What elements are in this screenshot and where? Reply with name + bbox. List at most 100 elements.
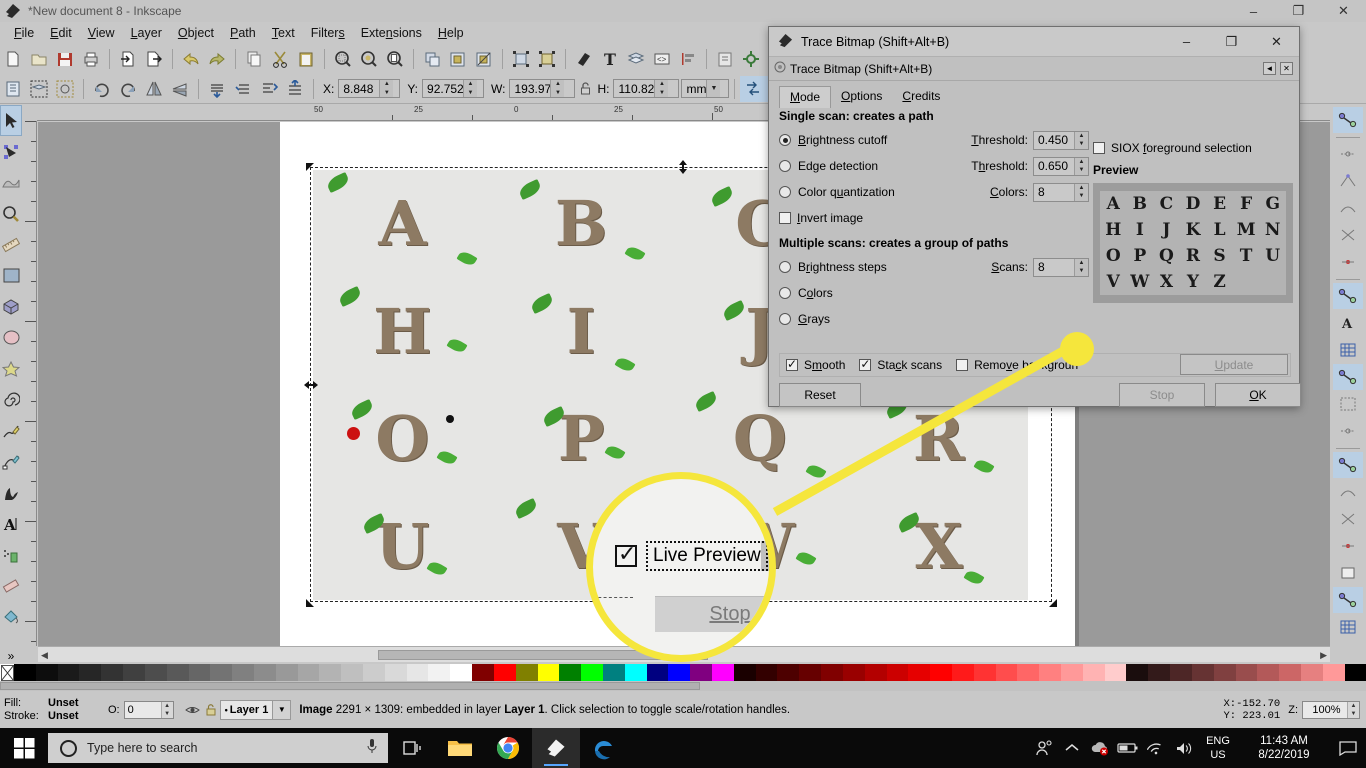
snap-bbox-edge-midpoints[interactable]: [1333, 222, 1363, 248]
raise-icon[interactable]: [256, 76, 282, 102]
opacity-input[interactable]: [124, 701, 161, 718]
palette-swatch[interactable]: [428, 664, 451, 681]
rotate-ccw-icon[interactable]: [89, 76, 115, 102]
checkbox-invert-image[interactable]: [779, 212, 791, 224]
zoom-input[interactable]: [1303, 701, 1347, 718]
edge-threshold-field[interactable]: Threshold: ▲▼: [971, 156, 1089, 176]
tab-mode[interactable]: Mode: [779, 86, 832, 108]
palette-swatch[interactable]: [1257, 664, 1280, 681]
file-explorer-icon[interactable]: [436, 728, 484, 768]
w-field[interactable]: ▲▼: [509, 79, 576, 98]
clone-icon[interactable]: [445, 46, 471, 72]
vertical-ruler[interactable]: [22, 121, 37, 646]
palette-swatch[interactable]: [1279, 664, 1301, 681]
deselect-icon[interactable]: [52, 76, 78, 102]
pencil-tool[interactable]: [0, 415, 22, 446]
menu-help[interactable]: Help: [430, 24, 472, 42]
opacity-field[interactable]: O: ▲▼: [108, 700, 174, 719]
radio-color-quantization[interactable]: [779, 186, 791, 198]
ungroup-icon[interactable]: [534, 46, 560, 72]
layers-icon[interactable]: [623, 46, 649, 72]
palette-swatch[interactable]: [297, 664, 320, 681]
microsoft-edge-icon[interactable]: [580, 728, 628, 768]
h-field[interactable]: ▲▼: [613, 79, 680, 98]
scans-spinbox[interactable]: ▲▼: [1033, 257, 1089, 277]
handle-top-left[interactable]: [305, 162, 316, 173]
palette-swatch[interactable]: [57, 664, 80, 681]
windows-start-icon[interactable]: [0, 728, 48, 768]
y-input[interactable]: [423, 80, 464, 97]
ok-button[interactable]: OK: [1215, 383, 1301, 407]
brightness-threshold-spinner[interactable]: ▲ ▼: [1074, 131, 1088, 149]
eraser-tool[interactable]: [0, 570, 22, 601]
handle-bottom-right[interactable]: [1046, 596, 1057, 607]
snap-paths[interactable]: A: [1333, 310, 1363, 336]
onedrive-error-icon[interactable]: [1086, 728, 1114, 768]
lower-icon[interactable]: [230, 76, 256, 102]
dialog-maximize-button[interactable]: ❐: [1209, 27, 1254, 57]
tab-credits[interactable]: Credits: [892, 86, 951, 108]
selector-tool[interactable]: [0, 105, 22, 136]
edge-threshold-spinbox[interactable]: ▲▼: [1033, 156, 1089, 176]
redo-icon[interactable]: [204, 46, 230, 72]
palette-swatch[interactable]: [450, 664, 473, 681]
chevron-down-icon[interactable]: ▼: [273, 699, 292, 720]
preferences-icon[interactable]: [712, 46, 738, 72]
ellipse-tool[interactable]: [0, 322, 22, 353]
palette-swatch[interactable]: [537, 664, 560, 681]
checkbox-remove-background[interactable]: [956, 359, 969, 371]
zoom-tool[interactable]: [0, 198, 22, 229]
palette-swatch[interactable]: [1191, 664, 1214, 681]
paste-icon[interactable]: [293, 46, 319, 72]
zoom-drawing-icon[interactable]: [356, 46, 382, 72]
brightness-threshold-spinbox[interactable]: ▲▼: [1033, 130, 1089, 150]
undo-icon[interactable]: [178, 46, 204, 72]
menu-edit[interactable]: Edit: [42, 24, 80, 42]
snap-bbox-corners[interactable]: [1333, 195, 1363, 221]
star-tool[interactable]: [0, 353, 22, 384]
palette-swatch[interactable]: [712, 664, 734, 681]
unlock-icon[interactable]: [202, 701, 220, 719]
menu-view[interactable]: View: [80, 24, 123, 42]
colors-input[interactable]: [1034, 183, 1074, 201]
menu-filters[interactable]: Filters: [303, 24, 353, 42]
import-icon[interactable]: [115, 46, 141, 72]
palette-swatch[interactable]: [755, 664, 778, 681]
menu-layer[interactable]: Layer: [123, 24, 170, 42]
option-edge-detection[interactable]: Edge detection Threshold: ▲▼: [779, 153, 1089, 179]
close-button[interactable]: ✕: [1321, 0, 1366, 22]
palette-swatch[interactable]: [1300, 664, 1323, 681]
menu-file[interactable]: File: [6, 24, 42, 42]
h-input[interactable]: [614, 80, 655, 97]
trace-bitmap-dialog[interactable]: Trace Bitmap (Shift+Alt+B) – ❐ ✕ Trace B…: [768, 26, 1301, 407]
option-brightness-cutoff[interactable]: Brightness cutoff Threshold: ▲▼: [779, 127, 1089, 153]
y-spinner[interactable]: ▲ ▼: [463, 80, 478, 97]
notification-icon[interactable]: [1330, 728, 1366, 768]
palette-swatch[interactable]: [799, 664, 822, 681]
palette-swatch[interactable]: [908, 664, 931, 681]
palette-swatch[interactable]: [188, 664, 211, 681]
zoom-selection-icon[interactable]: [330, 46, 356, 72]
layer-select[interactable]: • Layer 1: [219, 699, 274, 720]
palette-swatch[interactable]: [646, 664, 669, 681]
palette-swatch[interactable]: [384, 664, 407, 681]
scans-field[interactable]: Scans: ▲▼: [991, 257, 1089, 277]
new-document-icon[interactable]: [0, 46, 26, 72]
w-input[interactable]: [510, 80, 551, 97]
tweak-tool[interactable]: [0, 167, 22, 198]
snap-path-intersections[interactable]: [1333, 337, 1363, 363]
bezier-pen-tool[interactable]: [0, 446, 22, 477]
palette-swatch[interactable]: [668, 664, 691, 681]
chevron-down-icon[interactable]: ▼: [706, 80, 721, 97]
none-color-icon[interactable]: [0, 664, 14, 681]
x-input[interactable]: [339, 80, 380, 97]
scroll-right-icon[interactable]: ▶: [1320, 650, 1327, 661]
palette-swatch[interactable]: [1039, 664, 1061, 681]
affect-transform-icon[interactable]: [740, 75, 767, 102]
palette-swatch[interactable]: [1213, 664, 1236, 681]
print-icon[interactable]: [78, 46, 104, 72]
palette-swatch[interactable]: [406, 664, 429, 681]
palette-swatch[interactable]: [581, 664, 603, 681]
brightness-threshold-input[interactable]: [1034, 131, 1074, 149]
enable-snapping[interactable]: [1333, 107, 1363, 133]
